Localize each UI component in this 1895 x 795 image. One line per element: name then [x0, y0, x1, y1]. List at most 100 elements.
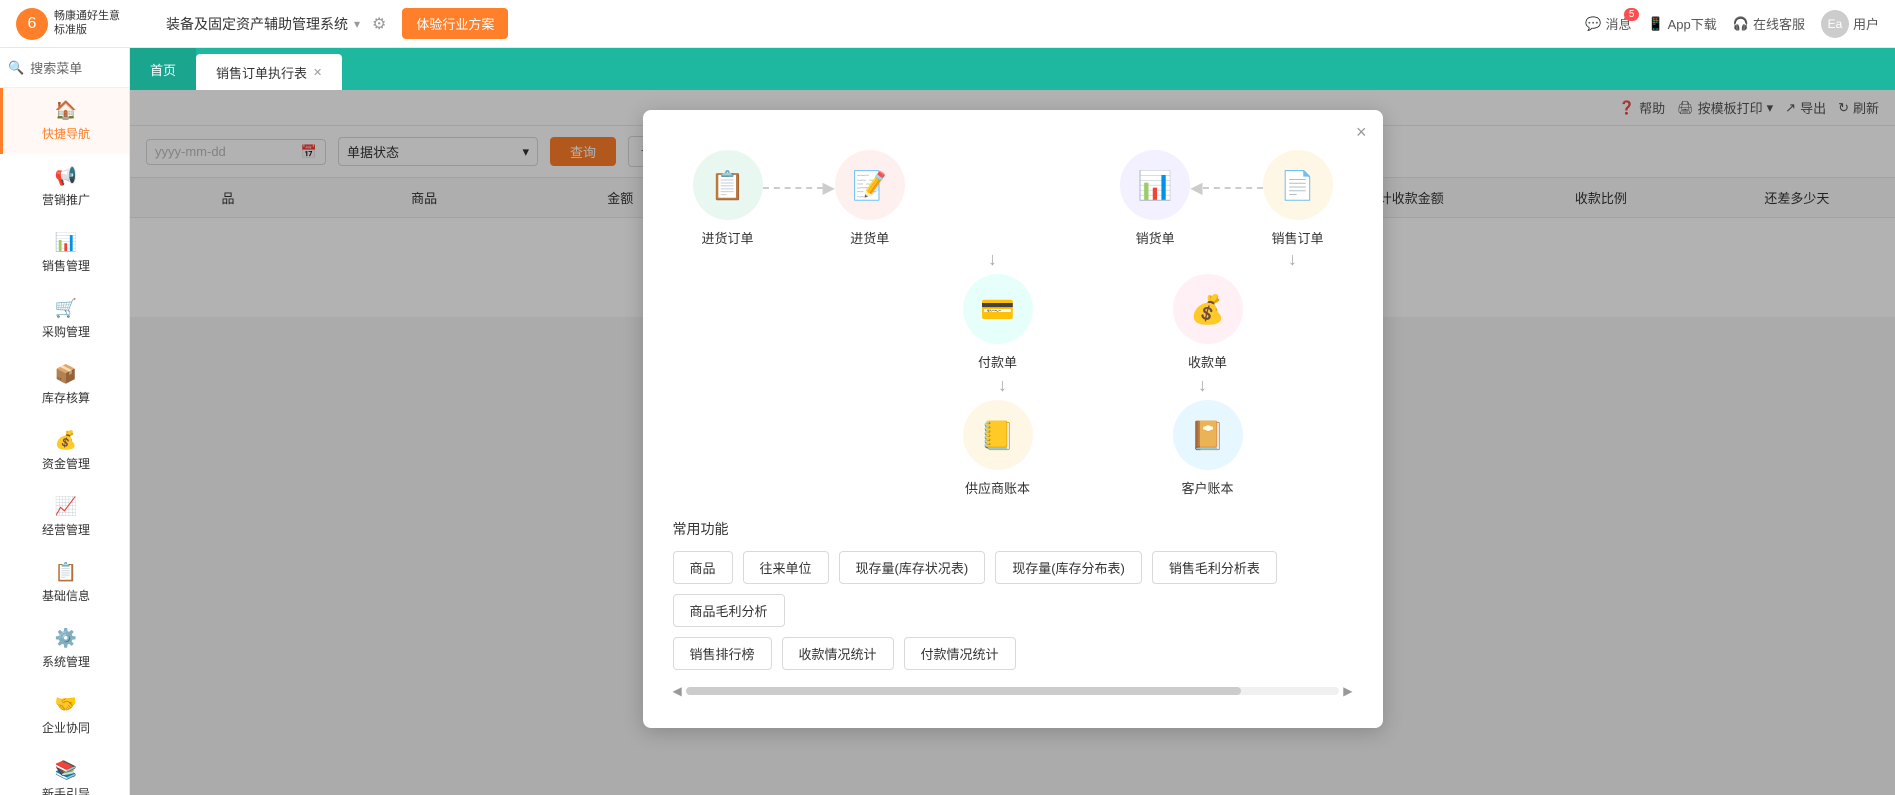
sidebar-item-system[interactable]: ⚙️ 系统管理: [0, 616, 129, 682]
common-functions-title: 常用功能: [673, 519, 1353, 539]
sales-bill-circle: 📊: [1120, 150, 1190, 220]
sales-order-node: 📄 销售订单: [1263, 150, 1333, 247]
flow-row-1: 📋 进货订单 ▶ 📝 进货单: [693, 150, 1333, 247]
btn-payment-stats[interactable]: 付款情况统计: [904, 637, 1016, 670]
popup-close-button[interactable]: ×: [1356, 122, 1367, 143]
message-badge: 5: [1624, 8, 1640, 21]
page-content: ❓ 帮助 🖨 按模板打印 ▾ ↗ 导出 ↻ 刷新: [130, 90, 1895, 795]
sales-order-circle: 📄: [1263, 150, 1333, 220]
purchase-icon: 🛒: [55, 298, 77, 319]
sidebar-item-operation[interactable]: 📈 经营管理: [0, 484, 129, 550]
operation-icon: 📈: [55, 496, 77, 517]
tab-home[interactable]: 首页: [130, 48, 196, 90]
common-buttons-row1: 商品 往来单位 现存量(库存状况表) 现存量(库存分布表) 销售毛利分析表 商品…: [673, 551, 1353, 627]
sidebar-item-sales[interactable]: 📊 销售管理: [0, 220, 129, 286]
online-service-button[interactable]: 🎧 在线客服: [1733, 14, 1805, 33]
btn-product-gross-analysis[interactable]: 商品毛利分析: [673, 594, 785, 627]
basic-info-icon: 📋: [55, 562, 77, 583]
tab-sales-order-exec[interactable]: 销售订单执行表 ✕: [196, 54, 342, 90]
message-icon: 💬: [1585, 16, 1601, 32]
newbie-icon: 📚: [55, 760, 77, 781]
search-menu-button[interactable]: 🔍 搜索菜单: [0, 48, 129, 88]
main-area: 🔍 搜索菜单 🏠 快捷导航 📢 营销推广 📊 销售管理 🛒 采购管理 📦: [0, 48, 1895, 795]
scroll-track[interactable]: [686, 687, 1340, 695]
sidebar-item-enterprise[interactable]: 🤝 企业协同: [0, 682, 129, 748]
quick-nav-popup: × 📋 进货订单 ▶: [643, 110, 1383, 728]
customer-ledger-circle: 📔: [1173, 400, 1243, 470]
sidebar: 🔍 搜索菜单 🏠 快捷导航 📢 营销推广 📊 销售管理 🛒 采购管理 📦: [0, 48, 130, 795]
supplier-ledger-node: 📒 供应商账本: [963, 400, 1033, 497]
popup-scrollbar: ◀ ▶: [673, 684, 1353, 698]
scroll-thumb: [686, 687, 1242, 695]
common-functions-section: 常用功能 商品 往来单位 现存量(库存状况表) 现存量(库存分布表) 销售毛利分…: [673, 519, 1353, 670]
sidebar-item-marketing[interactable]: 📢 营销推广: [0, 154, 129, 220]
btn-sales-ranking[interactable]: 销售排行榜: [673, 637, 772, 670]
system-icon: ⚙️: [55, 628, 77, 649]
payment-arrow-down: ↓: [963, 375, 1043, 396]
purchase-bill-node: 📝 进货单: [835, 150, 905, 247]
tab-close-icon[interactable]: ✕: [313, 66, 322, 79]
scroll-left-button[interactable]: ◀: [673, 684, 682, 698]
customer-ledger-node: 📔 客户账本: [1173, 400, 1243, 497]
flow-row-2: 💳 付款单 💰 收款单: [693, 272, 1333, 373]
purchase-order-node: 📋 进货订单: [693, 150, 763, 247]
phone-icon: 📱: [1647, 16, 1663, 32]
purchase-bill-circle: 📝: [835, 150, 905, 220]
content-area: 首页 销售订单执行表 ✕ ❓ 帮助 🖨 按模板打印: [130, 48, 1895, 795]
sidebar-item-newbie[interactable]: 📚 新手引导: [0, 748, 129, 795]
purchase-order-circle: 📋: [693, 150, 763, 220]
btn-counterpart[interactable]: 往来单位: [743, 551, 829, 584]
headset-icon: 🎧: [1733, 16, 1749, 32]
sidebar-item-inventory[interactable]: 📦 库存核算: [0, 352, 129, 418]
enterprise-icon: 🤝: [55, 694, 77, 715]
purchase-bill-arrow-down: ↓: [953, 249, 1033, 270]
flow-row-3: 📒 供应商账本 📔 客户账本: [693, 398, 1333, 499]
sidebar-item-purchase[interactable]: 🛒 采购管理: [0, 286, 129, 352]
payment-bill-node: 💳 付款单: [963, 274, 1033, 371]
tab-bar: 首页 销售订单执行表 ✕: [130, 48, 1895, 90]
sidebar-item-quick-nav[interactable]: 🏠 快捷导航: [0, 88, 129, 154]
system-name-area: 装备及固定资产辅助管理系统 ▾ ⚙ 体验行业方案: [166, 8, 1585, 39]
arrow-sales: [1203, 187, 1263, 189]
popup-overlay: × 📋 进货订单 ▶: [130, 90, 1895, 795]
top-bar: 6 畅康通好生意 标准版 装备及固定资产辅助管理系统 ▾ ⚙ 体验行业方案 💬 …: [0, 0, 1895, 48]
flow-diagram-area: 📋 进货订单 ▶ 📝 进货单: [673, 140, 1353, 509]
top-right-area: 💬 消息 5 📱 App下载 🎧 在线客服 Ea 用户: [1585, 10, 1879, 38]
btn-stock-dist[interactable]: 现存量(库存分布表): [995, 551, 1142, 584]
user-menu[interactable]: Ea 用户: [1821, 10, 1879, 38]
receipt-arrow-down: ↓: [1163, 375, 1243, 396]
scroll-right-button[interactable]: ▶: [1343, 684, 1352, 698]
flow-arrows-down-row2: ↓ ↓: [693, 373, 1333, 398]
marketing-icon: 📢: [55, 166, 77, 187]
receipt-bill-circle: 💰: [1173, 274, 1243, 344]
arrow-purchase: [763, 187, 823, 189]
search-icon: 🔍: [8, 60, 24, 76]
experience-button[interactable]: 体验行业方案: [402, 8, 508, 39]
settings-icon[interactable]: ⚙: [372, 14, 386, 34]
sidebar-item-basic-info[interactable]: 📋 基础信息: [0, 550, 129, 616]
inventory-icon: 📦: [55, 364, 77, 385]
sales-bill-node: 📊 销货单: [1120, 150, 1190, 247]
system-dropdown-arrow[interactable]: ▾: [354, 17, 360, 31]
home-icon: 🏠: [55, 100, 77, 121]
common-buttons-row2: 销售排行榜 收款情况统计 付款情况统计: [673, 637, 1353, 670]
logo-icon: 6: [16, 8, 48, 40]
logo-text: 畅康通好生意 标准版: [54, 10, 120, 36]
logo-area: 6 畅康通好生意 标准版: [16, 8, 146, 40]
sales-bill-arrow-down: ↓: [1253, 249, 1333, 270]
btn-stock-status[interactable]: 现存量(库存状况表): [839, 551, 986, 584]
finance-icon: 💰: [55, 430, 77, 451]
btn-receipt-stats[interactable]: 收款情况统计: [782, 637, 894, 670]
receipt-bill-node: 💰 收款单: [1173, 274, 1243, 371]
system-name-text: 装备及固定资产辅助管理系统: [166, 14, 348, 34]
btn-product[interactable]: 商品: [673, 551, 733, 584]
payment-bill-circle: 💳: [963, 274, 1033, 344]
avatar: Ea: [1821, 10, 1849, 38]
app-download-button[interactable]: 📱 App下载: [1647, 14, 1716, 33]
flow-arrows-down-row: ↓ ↓: [693, 247, 1333, 272]
sales-icon: 📊: [55, 232, 77, 253]
message-button[interactable]: 💬 消息 5: [1585, 14, 1631, 33]
btn-sales-gross-analysis[interactable]: 销售毛利分析表: [1152, 551, 1277, 584]
sidebar-item-finance[interactable]: 💰 资金管理: [0, 418, 129, 484]
supplier-ledger-circle: 📒: [963, 400, 1033, 470]
